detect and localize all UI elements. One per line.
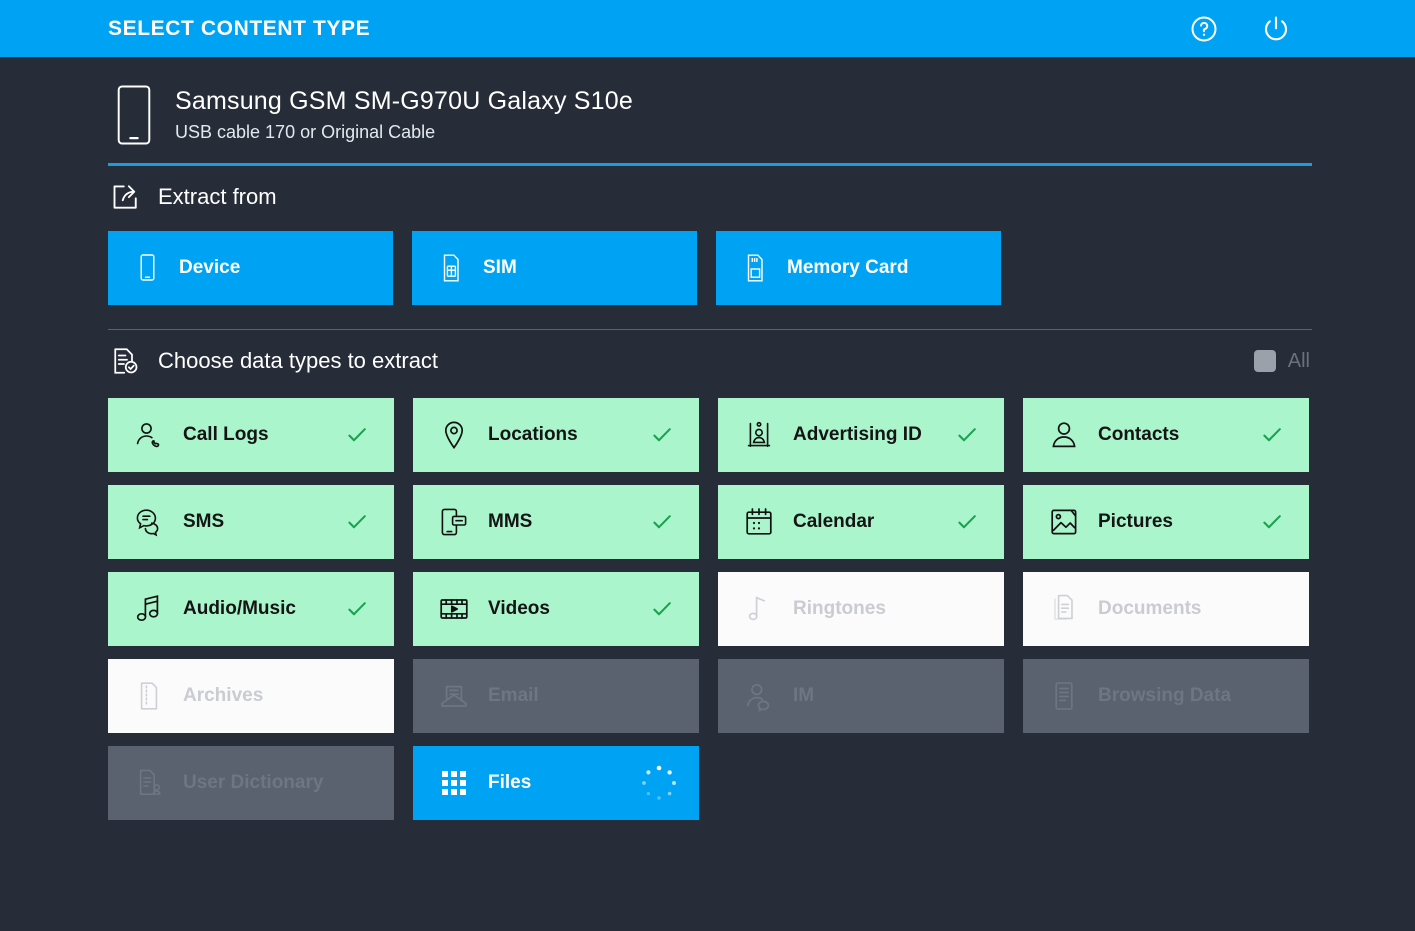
picture-icon xyxy=(1048,506,1080,538)
sim-card-icon xyxy=(438,253,464,283)
data-type-tile-calendar[interactable]: Calendar xyxy=(718,485,1004,559)
data-type-label: Advertising ID xyxy=(793,424,922,446)
user-dictionary-icon xyxy=(133,767,165,799)
data-type-label: Email xyxy=(488,685,539,707)
data-type-label: Videos xyxy=(488,598,550,620)
check-icon xyxy=(346,511,368,533)
device-header: Samsung GSM SM-G970U Galaxy S10e USB cab… xyxy=(108,57,1312,157)
check-icon xyxy=(1261,424,1283,446)
title-bar: SELECT CONTENT TYPE xyxy=(0,0,1415,57)
extract-from-header: Extract from xyxy=(108,166,1312,228)
source-label: Device xyxy=(179,257,240,279)
browsing-data-icon xyxy=(1048,680,1080,712)
data-type-tile-user-dictionary: User Dictionary xyxy=(108,746,394,820)
memory-card-icon xyxy=(742,253,768,283)
source-label: SIM xyxy=(483,257,517,279)
data-type-tile-locations[interactable]: Locations xyxy=(413,398,699,472)
data-type-grid: Call Logs Locations xyxy=(108,398,1312,820)
extract-from-label: Extract from xyxy=(158,184,277,210)
ringtone-note-icon xyxy=(743,593,775,625)
loading-spinner-icon xyxy=(637,761,681,805)
data-type-tile-mms[interactable]: MMS xyxy=(413,485,699,559)
data-type-tile-audio-music[interactable]: Audio/Music xyxy=(108,572,394,646)
data-type-label: SMS xyxy=(183,511,224,533)
titlebar-actions xyxy=(1189,14,1291,44)
data-types-header: Choose data types to extract All xyxy=(108,330,1312,392)
source-button-memory-card[interactable]: Memory Card xyxy=(716,231,1001,305)
check-icon xyxy=(651,424,673,446)
data-type-tile-email: Email xyxy=(413,659,699,733)
select-all-checkbox[interactable] xyxy=(1254,350,1276,372)
video-film-icon xyxy=(438,593,470,625)
document-check-icon xyxy=(110,346,140,376)
data-type-tile-pictures[interactable]: Pictures xyxy=(1023,485,1309,559)
documents-icon xyxy=(1048,593,1080,625)
advertising-id-icon xyxy=(743,419,775,451)
archive-icon xyxy=(133,680,165,712)
im-user-icon xyxy=(743,680,775,712)
help-circle-icon[interactable] xyxy=(1189,14,1219,44)
device-text: Samsung GSM SM-G970U Galaxy S10e USB cab… xyxy=(175,85,633,145)
data-type-label: Pictures xyxy=(1098,511,1173,533)
data-type-label: Call Logs xyxy=(183,424,269,446)
data-type-label: Archives xyxy=(183,685,263,707)
data-type-tile-ringtones[interactable]: Ringtones xyxy=(718,572,1004,646)
data-type-label: Contacts xyxy=(1098,424,1179,446)
source-buttons: Device SIM xyxy=(108,231,1312,305)
data-type-tile-archives[interactable]: Archives xyxy=(108,659,394,733)
data-type-label: Calendar xyxy=(793,511,874,533)
location-pin-icon xyxy=(438,419,470,451)
select-all-label: All xyxy=(1288,350,1310,373)
data-type-label: MMS xyxy=(488,511,532,533)
data-type-label: User Dictionary xyxy=(183,772,323,794)
source-label: Memory Card xyxy=(787,257,908,279)
check-icon xyxy=(651,511,673,533)
share-export-icon xyxy=(110,182,140,212)
data-type-label: Documents xyxy=(1098,598,1201,620)
data-types-label: Choose data types to extract xyxy=(158,348,438,374)
device-name: Samsung GSM SM-G970U Galaxy S10e xyxy=(175,85,633,117)
content-area: Samsung GSM SM-G970U Galaxy S10e USB cab… xyxy=(0,57,1415,931)
power-icon[interactable] xyxy=(1261,14,1291,44)
data-type-label: IM xyxy=(793,685,814,707)
page-title: SELECT CONTENT TYPE xyxy=(108,17,370,41)
mms-icon xyxy=(438,506,470,538)
contacts-icon xyxy=(1048,419,1080,451)
call-log-icon xyxy=(133,419,165,451)
data-type-tile-im: IM xyxy=(718,659,1004,733)
calendar-icon xyxy=(743,506,775,538)
data-type-label: Locations xyxy=(488,424,578,446)
music-note-icon xyxy=(133,593,165,625)
data-type-tile-call-logs[interactable]: Call Logs xyxy=(108,398,394,472)
check-icon xyxy=(651,598,673,620)
data-type-tile-documents[interactable]: Documents xyxy=(1023,572,1309,646)
phone-icon xyxy=(111,83,157,147)
data-type-tile-advertising-id[interactable]: Advertising ID xyxy=(718,398,1004,472)
data-type-tile-contacts[interactable]: Contacts xyxy=(1023,398,1309,472)
data-type-label: Files xyxy=(488,772,531,794)
phone-icon xyxy=(134,253,160,283)
data-type-tile-videos[interactable]: Videos xyxy=(413,572,699,646)
device-connection: USB cable 170 or Original Cable xyxy=(175,119,633,145)
data-type-tile-browsing-data: Browsing Data xyxy=(1023,659,1309,733)
data-type-label: Audio/Music xyxy=(183,598,296,620)
files-grid-icon xyxy=(438,767,470,799)
data-type-tile-files[interactable]: Files xyxy=(413,746,699,820)
data-type-tile-sms[interactable]: SMS xyxy=(108,485,394,559)
sms-bubble-icon xyxy=(133,506,165,538)
data-type-label: Ringtones xyxy=(793,598,886,620)
check-icon xyxy=(346,598,368,620)
source-button-device[interactable]: Device xyxy=(108,231,393,305)
email-icon xyxy=(438,680,470,712)
check-icon xyxy=(1261,511,1283,533)
data-type-label: Browsing Data xyxy=(1098,685,1231,707)
check-icon xyxy=(956,424,978,446)
select-all-toggle[interactable]: All xyxy=(1254,350,1310,373)
check-icon xyxy=(956,511,978,533)
source-button-sim[interactable]: SIM xyxy=(412,231,697,305)
check-icon xyxy=(346,424,368,446)
